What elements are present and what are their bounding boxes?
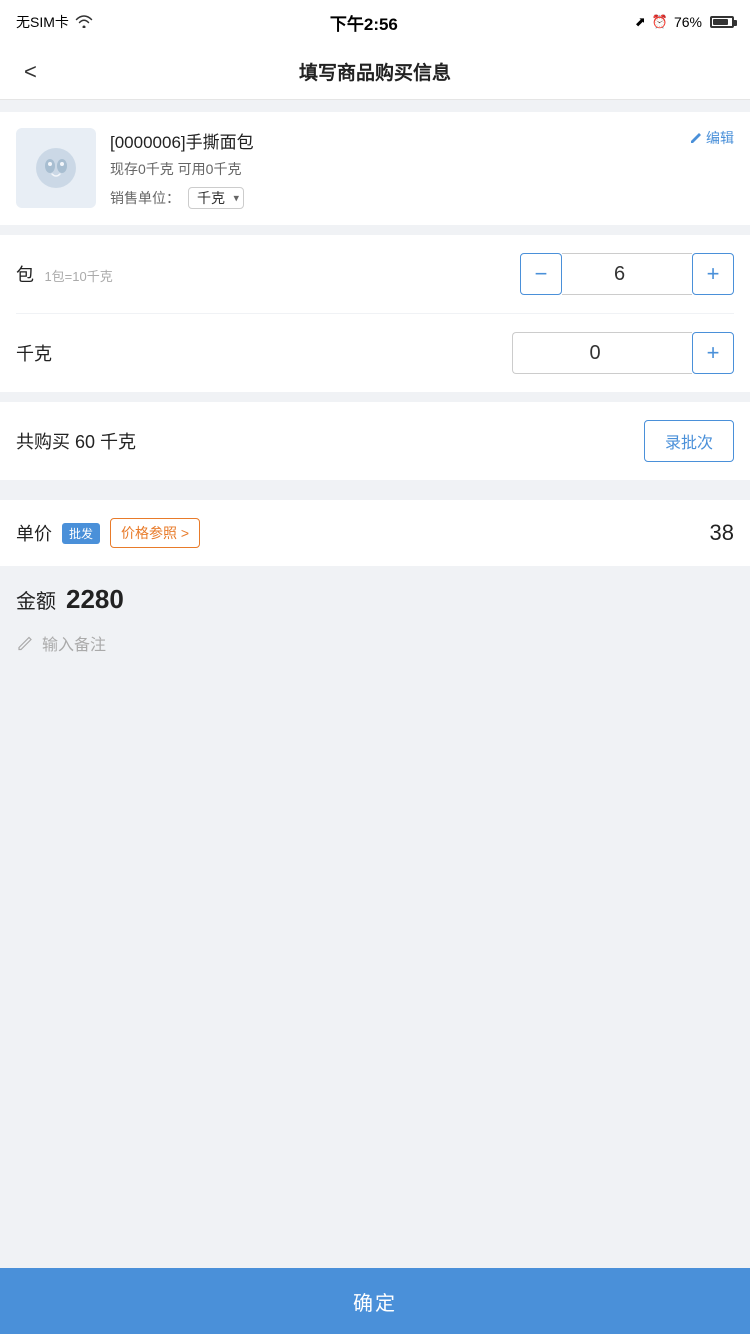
qty-plus-kg[interactable]: + [692, 332, 734, 374]
edit-icon [689, 131, 703, 145]
product-logo-icon [32, 144, 80, 192]
total-row: 共购买 60 千克 录批次 [0, 402, 750, 480]
confirm-button[interactable]: 确定 [0, 1268, 750, 1334]
qty-input-bao[interactable] [562, 253, 692, 295]
status-time: 下午2:56 [330, 10, 398, 35]
qty-label-bao: 包 1包=10千克 [16, 261, 113, 287]
product-name: [0000006]手撕面包 [110, 128, 675, 153]
qty-label-text: 包 [16, 265, 34, 285]
status-right: ⬈ ⏰ 76% [635, 14, 734, 30]
record-batch-button[interactable]: 录批次 [644, 420, 734, 462]
qty-minus-bao[interactable]: − [520, 253, 562, 295]
wifi-icon [75, 14, 93, 31]
bottom-fill [0, 671, 750, 991]
price-label: 单价 [16, 520, 52, 546]
quantity-section: 包 1包=10千克 − + 千克 + [0, 235, 750, 392]
qty-control-kg: + [512, 332, 734, 374]
price-section: 单价 批发 价格参照 > 38 [0, 500, 750, 566]
quantity-row-bao: 包 1包=10千克 − + [16, 235, 734, 314]
alarm-icon: ⏰ [652, 14, 668, 30]
qty-label-text-kg: 千克 [16, 344, 52, 364]
quantity-row-kg: 千克 + [16, 314, 734, 392]
amount-section: 金额 2280 输入备注 [0, 566, 750, 671]
carrier-label: 无SIM卡 [16, 12, 69, 32]
total-label: 共购买 60 千克 [16, 428, 136, 454]
location-icon: ⬈ [635, 14, 646, 30]
back-button[interactable]: < [16, 51, 45, 93]
unit-label: 销售单位： [110, 188, 180, 208]
product-unit-row: 销售单位： 千克 包 [110, 187, 675, 209]
battery-label: 76% [674, 14, 702, 30]
price-value: 38 [710, 520, 734, 546]
qty-sublabel-bao: 1包=10千克 [44, 269, 112, 284]
pencil-icon [16, 634, 34, 652]
page-title: 填写商品购买信息 [299, 58, 451, 85]
qty-control-bao: − + [520, 253, 734, 295]
section-divider-2 [0, 392, 750, 402]
qty-label-kg: 千克 [16, 340, 52, 366]
qty-input-kg[interactable] [512, 332, 692, 374]
amount-label: 金额 [16, 585, 56, 614]
product-stock: 现存0千克 可用0千克 [110, 159, 675, 179]
amount-value: 2280 [66, 584, 124, 615]
remark-placeholder: 输入备注 [42, 631, 106, 655]
product-info: [0000006]手撕面包 现存0千克 可用0千克 销售单位： 千克 包 [110, 128, 675, 209]
battery-icon [710, 16, 734, 28]
product-image [16, 128, 96, 208]
price-reference-button[interactable]: 价格参照 > [110, 518, 200, 548]
qty-plus-bao[interactable]: + [692, 253, 734, 295]
product-card: [0000006]手撕面包 现存0千克 可用0千克 销售单位： 千克 包 编辑 [0, 112, 750, 225]
edit-button[interactable]: 编辑 [689, 128, 734, 148]
remark-row[interactable]: 输入备注 [16, 625, 734, 661]
section-divider-1 [0, 225, 750, 235]
status-left: 无SIM卡 [16, 12, 93, 32]
unit-select-wrap[interactable]: 千克 包 [188, 187, 244, 209]
unit-select[interactable]: 千克 包 [188, 187, 244, 209]
section-divider-3 [0, 480, 750, 490]
price-tag: 批发 [62, 523, 100, 544]
amount-row: 金额 2280 [16, 584, 734, 625]
status-bar: 无SIM卡 下午2:56 ⬈ ⏰ 76% [0, 0, 750, 44]
nav-bar: < 填写商品购买信息 [0, 44, 750, 100]
